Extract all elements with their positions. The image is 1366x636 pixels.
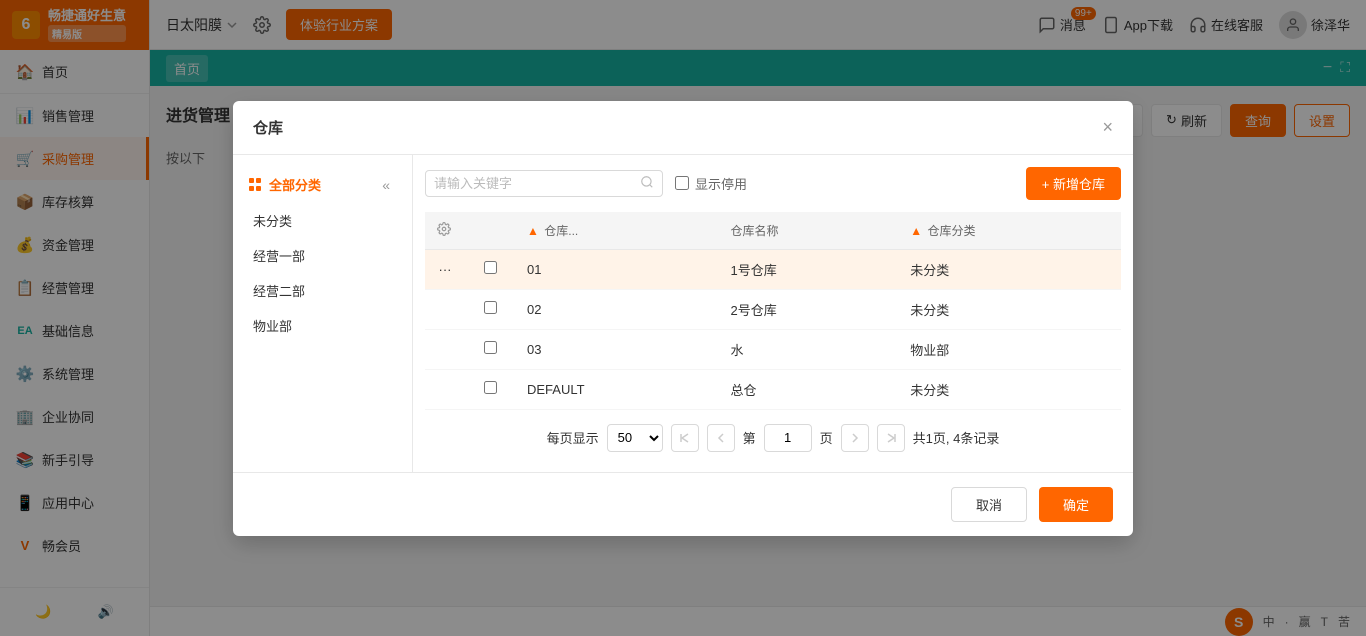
modal-title: 仓库 bbox=[253, 117, 283, 138]
col-code: ▲ 仓库... bbox=[515, 212, 719, 250]
prev-page-button[interactable] bbox=[707, 424, 735, 452]
category-ops1[interactable]: 经营一部 bbox=[233, 238, 412, 273]
show-disabled-option: 显示停用 bbox=[675, 174, 747, 193]
page-end-label: 页 bbox=[820, 428, 833, 447]
row-name-2: 2号仓库 bbox=[719, 289, 899, 329]
grid-icon bbox=[249, 178, 263, 192]
per-page-label: 每页显示 bbox=[547, 428, 599, 447]
modal-body: 全部分类 « 未分类 经营一部 经营二部 物业部 bbox=[233, 155, 1133, 472]
row-num-3 bbox=[465, 329, 515, 369]
pagination: 每页显示 50 10 20 100 第 页 bbox=[425, 410, 1121, 460]
row-checkbox-3[interactable] bbox=[484, 341, 497, 354]
row-actions-4 bbox=[425, 369, 465, 409]
table-row[interactable]: 03 水 物业部 bbox=[425, 329, 1121, 369]
page-label: 第 bbox=[743, 428, 756, 447]
row-code-1: 01 bbox=[515, 249, 719, 289]
total-label: 共1页, 4条记录 bbox=[913, 428, 1000, 447]
table-body: ··· 01 1号仓库 未分类 bbox=[425, 249, 1121, 409]
first-page-button[interactable] bbox=[671, 424, 699, 452]
search-icon[interactable] bbox=[640, 175, 654, 192]
row-num-1 bbox=[465, 249, 515, 289]
table-header: ▲ 仓库... 仓库名称 ▲ 仓库分类 bbox=[425, 212, 1121, 250]
col-category: ▲ 仓库分类 bbox=[898, 212, 1121, 250]
category-tree: 全部分类 « 未分类 经营一部 经营二部 物业部 bbox=[233, 155, 413, 472]
row-category-4: 未分类 bbox=[898, 369, 1121, 409]
category-all[interactable]: 全部分类 bbox=[249, 175, 321, 194]
search-input[interactable] bbox=[434, 176, 634, 191]
row-actions-1: ··· bbox=[425, 249, 465, 289]
col-name: 仓库名称 bbox=[719, 212, 899, 250]
col-gear bbox=[425, 212, 465, 250]
warehouse-table-container: ▲ 仓库... 仓库名称 ▲ 仓库分类 bbox=[425, 212, 1121, 410]
row-category-3: 物业部 bbox=[898, 329, 1121, 369]
category-unclassified[interactable]: 未分类 bbox=[233, 203, 412, 238]
modal-footer: 取消 确定 bbox=[233, 472, 1133, 536]
collapse-button[interactable]: « bbox=[376, 175, 396, 195]
row-checkbox-2[interactable] bbox=[484, 301, 497, 314]
table-area: 显示停用 + 新增仓库 bbox=[413, 155, 1133, 472]
modal-overlay: 仓库 × 全部分类 « 未分类 bbox=[0, 0, 1366, 636]
row-actions-3 bbox=[425, 329, 465, 369]
row-name-1: 1号仓库 bbox=[719, 249, 899, 289]
next-page-button[interactable] bbox=[841, 424, 869, 452]
warehouse-modal: 仓库 × 全部分类 « 未分类 bbox=[233, 101, 1133, 536]
row-name-3: 水 bbox=[719, 329, 899, 369]
row-actions-2 bbox=[425, 289, 465, 329]
table-row[interactable]: ··· 01 1号仓库 未分类 bbox=[425, 249, 1121, 289]
show-disabled-checkbox[interactable] bbox=[675, 176, 689, 190]
modal-header: 仓库 × bbox=[233, 101, 1133, 155]
modal-close-button[interactable]: × bbox=[1102, 118, 1113, 136]
row-code-4: DEFAULT bbox=[515, 369, 719, 409]
table-row[interactable]: DEFAULT 总仓 未分类 bbox=[425, 369, 1121, 409]
page-input[interactable] bbox=[764, 424, 812, 452]
per-page-select[interactable]: 50 10 20 100 bbox=[607, 424, 663, 452]
show-disabled-label: 显示停用 bbox=[695, 174, 747, 193]
last-page-button[interactable] bbox=[877, 424, 905, 452]
row-num-4 bbox=[465, 369, 515, 409]
row-num-2 bbox=[465, 289, 515, 329]
confirm-button[interactable]: 确定 bbox=[1039, 487, 1113, 522]
col-select bbox=[465, 212, 515, 250]
warehouse-table: ▲ 仓库... 仓库名称 ▲ 仓库分类 bbox=[425, 212, 1121, 410]
row-category-1: 未分类 bbox=[898, 249, 1121, 289]
row-name-4: 总仓 bbox=[719, 369, 899, 409]
add-warehouse-button[interactable]: + 新增仓库 bbox=[1026, 167, 1121, 200]
row-code-3: 03 bbox=[515, 329, 719, 369]
search-box bbox=[425, 170, 663, 197]
category-property[interactable]: 物业部 bbox=[233, 308, 412, 343]
row-checkbox-1[interactable] bbox=[484, 261, 497, 274]
cancel-button[interactable]: 取消 bbox=[951, 487, 1027, 522]
row-checkbox-4[interactable] bbox=[484, 381, 497, 394]
row-code-2: 02 bbox=[515, 289, 719, 329]
category-ops2[interactable]: 经营二部 bbox=[233, 273, 412, 308]
table-row[interactable]: 02 2号仓库 未分类 bbox=[425, 289, 1121, 329]
row-category-2: 未分类 bbox=[898, 289, 1121, 329]
table-toolbar: 显示停用 + 新增仓库 bbox=[425, 167, 1121, 200]
category-header: 全部分类 « bbox=[233, 167, 412, 203]
